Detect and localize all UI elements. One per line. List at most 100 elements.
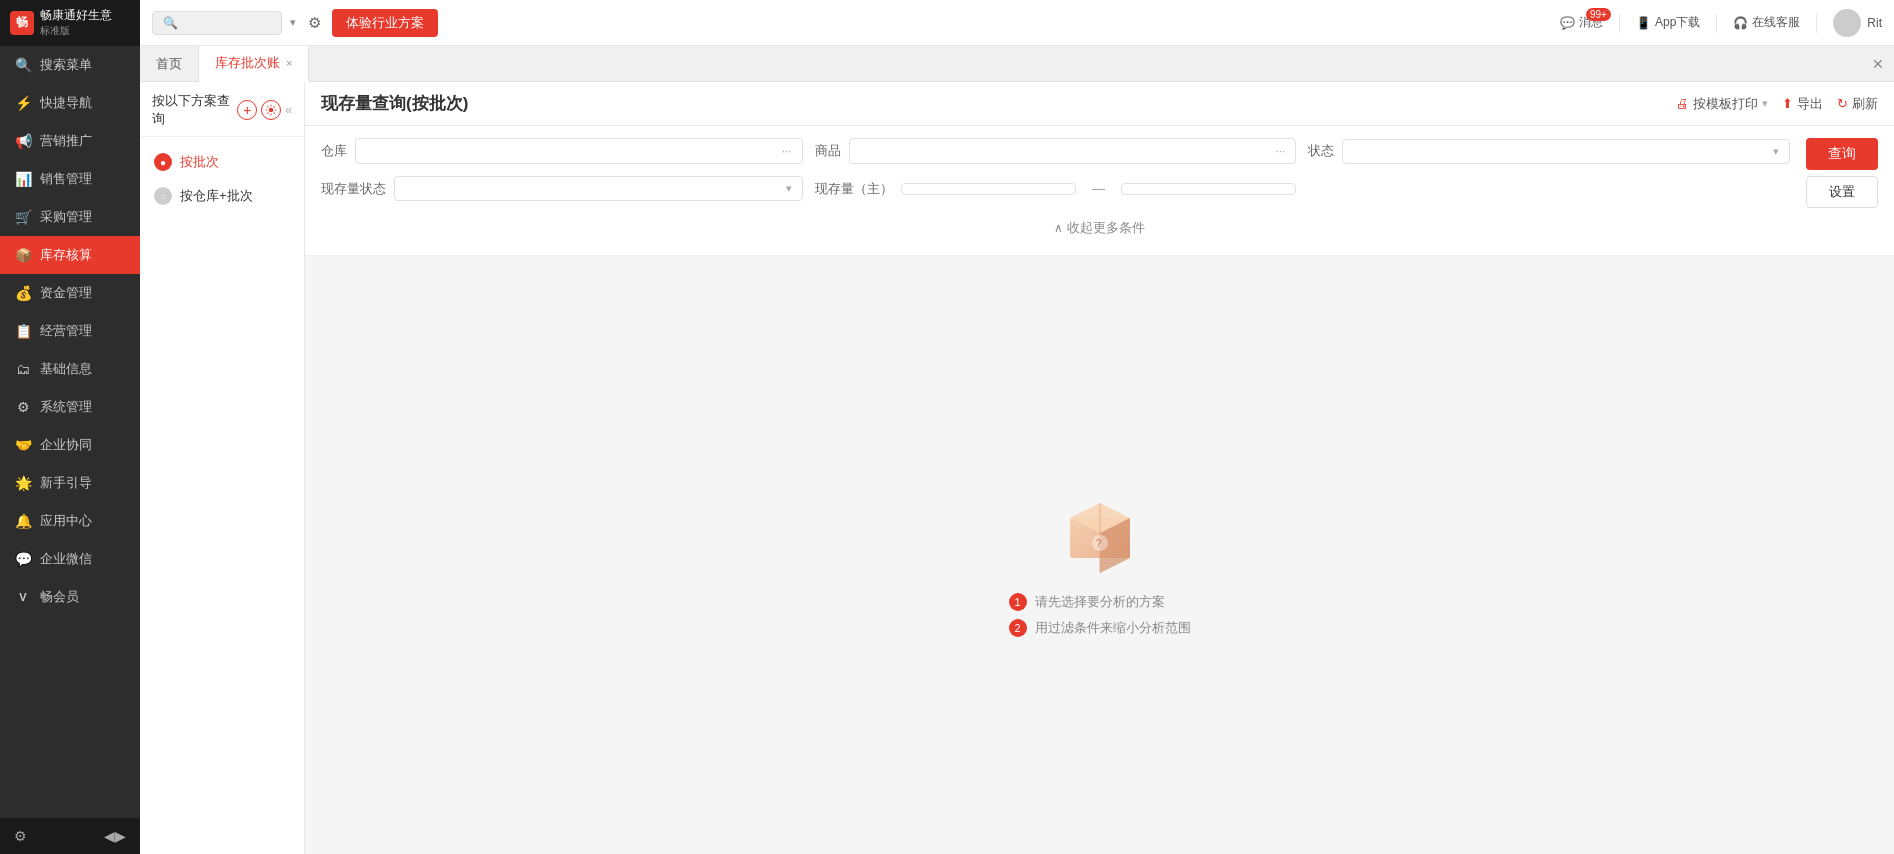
marketing-icon: 📢: [14, 132, 32, 150]
tabs-bar: 首页 库存批次账 × ✕: [140, 46, 1894, 82]
divider: [1619, 13, 1620, 33]
guide-icon: 🌟: [14, 474, 32, 492]
product-filter-group: 商品 ···: [815, 138, 1297, 164]
sidebar-item-basic[interactable]: 🗂 基础信息: [0, 350, 140, 388]
inventory-status-select[interactable]: ▾: [394, 176, 803, 201]
product-more-icon[interactable]: ···: [1275, 144, 1285, 158]
empty-illustration: ?: [1050, 473, 1150, 573]
filter-area: 仓库 ··· 商品 ···: [321, 138, 1878, 213]
tab-home[interactable]: 首页: [140, 46, 199, 82]
scheme-gear-button[interactable]: [261, 100, 281, 120]
inventory-status-label: 现存量状态: [321, 180, 386, 198]
messages-button[interactable]: 💬 消息 99+: [1560, 14, 1603, 31]
warehouse-more-icon[interactable]: ···: [782, 144, 792, 158]
divider3: [1816, 13, 1817, 33]
sidebar-item-operations[interactable]: 📋 经营管理: [0, 312, 140, 350]
member-icon: V: [14, 588, 32, 606]
scheme-panel: 按以下方案查询 + « ● 按批次 ○ 按仓库+批次: [140, 82, 305, 854]
query-header: 现存量查询(按批次) 🖨 按模板打印 ▾ ⬆ 导出 ↻: [305, 82, 1894, 126]
sidebar-item-system[interactable]: ⚙ 系统管理: [0, 388, 140, 426]
sidebar-item-finance[interactable]: 💰 资金管理: [0, 274, 140, 312]
sidebar-item-purchase[interactable]: 🛒 采购管理: [0, 198, 140, 236]
product-input[interactable]: ···: [849, 138, 1297, 164]
collapse-more-button[interactable]: ∧ 收起更多条件: [321, 213, 1878, 243]
sidebar-item-sales[interactable]: 📊 销售管理: [0, 160, 140, 198]
query-button[interactable]: 查询: [1806, 138, 1878, 170]
sidebar-item-apps[interactable]: 🔔 应用中心: [0, 502, 140, 540]
inventory-qty-end[interactable]: [1121, 183, 1296, 195]
sidebar-item-member[interactable]: V 畅会员: [0, 578, 140, 616]
empty-tip-2: 2 用过滤条件来缩小分析范围: [1009, 619, 1191, 637]
try-solution-button[interactable]: 体验行业方案: [332, 9, 438, 37]
apps-icon: 🔔: [14, 512, 32, 530]
sidebar: 畅 畅康通好生意 标准版 🔍 搜索菜单 ⚡ 快捷导航 📢 营销推广 📊 销售管理…: [0, 0, 140, 854]
finance-icon: 💰: [14, 284, 32, 302]
topbar-left: 🔍 ▾ ⚙ 体验行业方案: [152, 9, 1550, 37]
sidebar-item-inventory[interactable]: 📦 库存核算: [0, 236, 140, 274]
scheme-add-button[interactable]: +: [237, 100, 257, 120]
message-badge: 99+: [1586, 8, 1611, 21]
qty-dash: —: [1084, 181, 1113, 196]
inventory-qty-label: 现存量（主）: [815, 180, 893, 198]
scheme-item-batch[interactable]: ● 按批次: [140, 145, 304, 179]
query-panel: 现存量查询(按批次) 🖨 按模板打印 ▾ ⬆ 导出 ↻: [305, 82, 1894, 854]
tip-number-1: 1: [1009, 593, 1027, 611]
scheme-batch-icon: ●: [154, 153, 172, 171]
divider2: [1716, 13, 1717, 33]
search-icon: 🔍: [14, 56, 32, 74]
refresh-button[interactable]: ↻ 刷新: [1837, 95, 1878, 113]
svg-text:?: ?: [1096, 538, 1102, 549]
product-label: 商品: [815, 142, 841, 160]
sidebar-item-marketing[interactable]: 📢 营销推广: [0, 122, 140, 160]
filter-buttons: 查询 设置: [1806, 138, 1878, 208]
filter-section: 仓库 ··· 商品 ···: [305, 126, 1894, 256]
main-area: 🔍 ▾ ⚙ 体验行业方案 💬 消息 99+ 📱 App下载 🎧 在线客服: [140, 0, 1894, 854]
inventory-qty-group: 现存量（主） —: [815, 180, 1297, 198]
settings-footer-icon[interactable]: ⚙: [14, 828, 27, 844]
scheme-warehouse-batch-icon: ○: [154, 187, 172, 205]
empty-state: ? 1 请先选择要分析的方案 2 用过滤条件来缩小分析范围: [305, 256, 1894, 854]
empty-tip-1: 1 请先选择要分析的方案: [1009, 593, 1191, 611]
print-dropdown-icon[interactable]: ▾: [1762, 97, 1768, 110]
filter-fields: 仓库 ··· 商品 ···: [321, 138, 1790, 213]
sidebar-item-shortcut[interactable]: ⚡ 快捷导航: [0, 84, 140, 122]
sidebar-item-wechat[interactable]: 💬 企业微信: [0, 540, 140, 578]
phone-icon: 📱: [1636, 16, 1651, 30]
warehouse-input[interactable]: ···: [355, 138, 803, 164]
status-label: 状态: [1308, 142, 1334, 160]
settings-button[interactable]: 设置: [1806, 176, 1878, 208]
filter-row-1: 仓库 ··· 商品 ···: [321, 138, 1790, 164]
inventory-status-group: 现存量状态 ▾: [321, 176, 803, 201]
sales-icon: 📊: [14, 170, 32, 188]
print-template-button[interactable]: 🖨 按模板打印 ▾: [1676, 95, 1768, 113]
tab-close-icon[interactable]: ×: [286, 57, 292, 69]
app-title-group: 畅康通好生意 标准版: [40, 8, 112, 38]
username-label: Rit: [1867, 16, 1882, 30]
sidebar-toggle[interactable]: ◀▶: [104, 828, 126, 844]
sidebar-item-guide[interactable]: 🌟 新手引导: [0, 464, 140, 502]
empty-tips: 1 请先选择要分析的方案 2 用过滤条件来缩小分析范围: [1009, 593, 1191, 637]
online-service-button[interactable]: 🎧 在线客服: [1733, 14, 1800, 31]
export-button[interactable]: ⬆ 导出: [1782, 95, 1823, 113]
filter-row-2: 现存量状态 ▾ 现存量（主） —: [321, 176, 1790, 201]
nav-menu: 🔍 搜索菜单 ⚡ 快捷导航 📢 营销推广 📊 销售管理 🛒 采购管理 📦 库存核…: [0, 46, 140, 818]
chevron-up-icon: ∧: [1054, 221, 1063, 235]
tab-inventory-batch[interactable]: 库存批次账 ×: [199, 46, 309, 82]
topbar-search-area: 🔍: [152, 11, 282, 35]
sidebar-item-collab[interactable]: 🤝 企业协同: [0, 426, 140, 464]
inventory-qty-start[interactable]: [901, 183, 1076, 195]
topbar-dropdown-arrow[interactable]: ▾: [290, 16, 296, 29]
sidebar-item-search[interactable]: 🔍 搜索菜单: [0, 46, 140, 84]
basic-icon: 🗂: [14, 360, 32, 378]
content-area: 按以下方案查询 + « ● 按批次 ○ 按仓库+批次: [140, 82, 1894, 854]
status-select[interactable]: ▾: [1342, 139, 1790, 164]
warehouse-filter-group: 仓库 ···: [321, 138, 803, 164]
topbar-gear-icon[interactable]: ⚙: [304, 13, 324, 33]
scheme-item-warehouse-batch[interactable]: ○ 按仓库+批次: [140, 179, 304, 213]
app-download-button[interactable]: 📱 App下载: [1636, 14, 1700, 31]
scheme-collapse-button[interactable]: «: [285, 103, 292, 117]
app-title: 畅康通好生意: [40, 8, 112, 24]
tab-panel-close-icon[interactable]: ✕: [1872, 56, 1894, 72]
user-profile-button[interactable]: Rit: [1833, 9, 1882, 37]
sidebar-footer: ⚙ ◀▶: [0, 818, 140, 854]
